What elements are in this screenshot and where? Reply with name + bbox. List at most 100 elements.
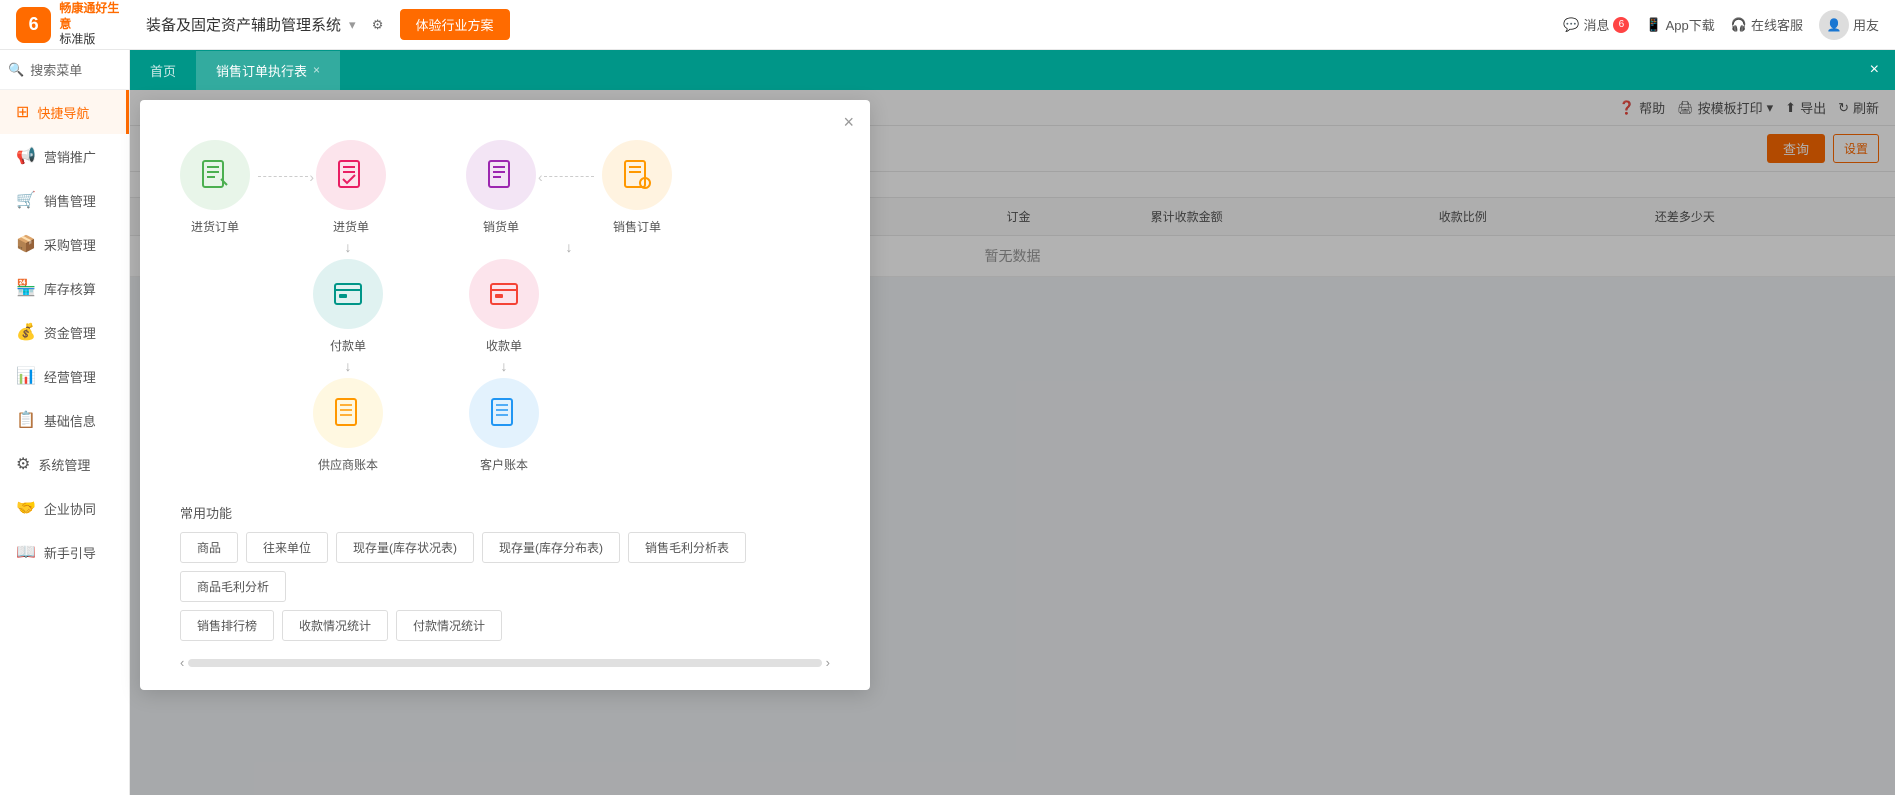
sales-circle	[466, 140, 536, 210]
system-icon: ⚙	[16, 454, 30, 474]
supplier-ledger-label: 供应商账本	[318, 456, 378, 473]
purchase-label: 进货单	[333, 218, 369, 235]
sidebar-item-finance[interactable]: 💰 资金管理	[0, 310, 129, 354]
flow-section: 进货订单 ›	[180, 130, 830, 493]
func-btn-contacts[interactable]: 往来单位	[246, 532, 328, 563]
supplier-ledger-circle	[313, 378, 383, 448]
quick-nav-icon: ⊞	[16, 102, 29, 122]
func-btn-sales-rank[interactable]: 销售排行榜	[180, 610, 274, 641]
logo-sub-text: 标准版	[59, 32, 130, 48]
sidebar: 🔍 搜索菜单 ⊞ 快捷导航 📢 营销推广 🛒 销售管理 📦 采购管理 🏪	[0, 50, 130, 795]
flow-node-purchase-order[interactable]: 进货订单	[180, 140, 250, 235]
sidebar-item-label-inventory: 库存核算	[44, 279, 96, 298]
sidebar-item-label-system: 系统管理	[38, 455, 90, 474]
tabs-bar: 首页 销售订单执行表 × ×	[130, 50, 1895, 90]
operations-icon: 📊	[16, 366, 36, 386]
func-btn-product-profit[interactable]: 商品毛利分析	[180, 571, 286, 602]
page-content: ❓ 帮助 🖨 按模板打印 ▾ ⬆ 导出 ↻ 刷新	[130, 90, 1895, 795]
flow-node-sales-order[interactable]: 销售订单	[602, 140, 672, 235]
flow-node-customer-ledger[interactable]: 客户账本	[469, 378, 539, 473]
sidebar-item-label-newbie: 新手引导	[44, 543, 96, 562]
scroll-hint: ‹ ›	[180, 649, 830, 670]
flow-node-receipt[interactable]: 收款单	[469, 259, 539, 354]
sidebar-item-operations[interactable]: 📊 经营管理	[0, 354, 129, 398]
top-bar: 6 畅康通好生意 标准版 装备及固定资产辅助管理系统 ▾ ⚙ 体验行业方案 💬 …	[0, 0, 1895, 50]
sidebar-item-newbie[interactable]: 📖 新手引导	[0, 530, 129, 574]
scroll-left-icon[interactable]: ‹	[180, 655, 184, 670]
flow-node-supplier-ledger[interactable]: 供应商账本	[313, 378, 383, 473]
sidebar-item-sales[interactable]: 🛒 销售管理	[0, 178, 129, 222]
scroll-right-icon[interactable]: ›	[826, 655, 830, 670]
sidebar-item-inventory[interactable]: 🏪 库存核算	[0, 266, 129, 310]
flow-node-payment[interactable]: 付款单	[313, 259, 383, 354]
logo-icon: 6	[16, 7, 51, 43]
flow-node-sales[interactable]: 销货单	[466, 140, 536, 235]
sidebar-item-purchase[interactable]: 📦 采购管理	[0, 222, 129, 266]
basic-info-icon: 📋	[16, 410, 36, 430]
modal-box: ×	[140, 100, 870, 690]
func-btn-receipt-stat[interactable]: 收款情况统计	[282, 610, 388, 641]
func-btn-payment-stat[interactable]: 付款情况统计	[396, 610, 502, 641]
online-service-label: 在线客服	[1751, 15, 1803, 34]
sidebar-item-label-quick-nav: 快捷导航	[37, 103, 89, 122]
enterprise-icon: 🤝	[16, 498, 36, 518]
search-label: 搜索菜单	[30, 60, 82, 79]
modal-overlay[interactable]: ×	[130, 90, 1895, 795]
finance-icon: 💰	[16, 322, 36, 342]
sidebar-item-system[interactable]: ⚙ 系统管理	[0, 442, 129, 486]
func-btn-product[interactable]: 商品	[180, 532, 238, 563]
phone-icon: 📱	[1645, 17, 1661, 33]
tab-sales-order[interactable]: 销售订单执行表 ×	[196, 51, 340, 90]
receipt-label: 收款单	[486, 337, 522, 354]
tab-close-icon[interactable]: ×	[313, 63, 320, 77]
tab-home[interactable]: 首页	[130, 51, 196, 90]
logo-main-text: 畅康通好生意	[59, 1, 130, 32]
sidebar-item-enterprise[interactable]: 🤝 企业协同	[0, 486, 129, 530]
func-btn-stock-status[interactable]: 现存量(库存状况表)	[336, 532, 474, 563]
system-dropdown-icon[interactable]: ▾	[349, 17, 356, 33]
content-area: 首页 销售订单执行表 × × ❓ 帮助 🖨	[130, 50, 1895, 795]
newbie-icon: 📖	[16, 542, 36, 562]
sidebar-item-label-basic-info: 基础信息	[44, 411, 96, 430]
sidebar-search[interactable]: 🔍 搜索菜单	[0, 50, 129, 90]
customer-ledger-circle	[469, 378, 539, 448]
modal-close-icon[interactable]: ×	[843, 112, 854, 133]
sidebar-item-label-purchase: 采购管理	[44, 235, 96, 254]
tab-close-main-icon[interactable]: ×	[1854, 51, 1895, 89]
payment-label: 付款单	[330, 337, 366, 354]
system-title: 装备及固定资产辅助管理系统 ▾ ⚙ 体验行业方案	[146, 9, 1563, 40]
main-layout: 🔍 搜索菜单 ⊞ 快捷导航 📢 营销推广 🛒 销售管理 📦 采购管理 🏪	[0, 50, 1895, 795]
message-badge: 6	[1613, 17, 1629, 33]
sidebar-item-marketing[interactable]: 📢 营销推广	[0, 134, 129, 178]
receipt-circle	[469, 259, 539, 329]
headset-icon: 🎧	[1731, 17, 1747, 33]
sidebar-item-label-finance: 资金管理	[44, 323, 96, 342]
scroll-bar[interactable]	[188, 659, 821, 667]
app-download-action[interactable]: 📱 App下载	[1645, 15, 1714, 34]
sales-label: 销货单	[483, 218, 519, 235]
common-funcs-title: 常用功能	[180, 503, 830, 522]
settings-icon[interactable]: ⚙	[364, 11, 392, 39]
sidebar-item-label-sales: 销售管理	[44, 191, 96, 210]
user-action[interactable]: 👤 用友	[1819, 10, 1879, 40]
func-buttons-row2: 销售排行榜 收款情况统计 付款情况统计	[180, 610, 830, 641]
func-btn-sales-profit[interactable]: 销售毛利分析表	[628, 532, 746, 563]
purchase-icon: 📦	[16, 234, 36, 254]
app-download-label: App下载	[1666, 15, 1715, 34]
flow-node-purchase[interactable]: 进货单	[316, 140, 386, 235]
sidebar-item-basic-info[interactable]: 📋 基础信息	[0, 398, 129, 442]
sales-icon: 🛒	[16, 190, 36, 210]
sidebar-item-label-operations: 经营管理	[44, 367, 96, 386]
message-action[interactable]: 💬 消息 6	[1563, 15, 1629, 34]
sidebar-item-label-enterprise: 企业协同	[44, 499, 96, 518]
sidebar-item-quick-nav[interactable]: ⊞ 快捷导航	[0, 90, 129, 134]
sales-order-circle	[602, 140, 672, 210]
try-button[interactable]: 体验行业方案	[400, 9, 510, 40]
purchase-circle	[316, 140, 386, 210]
online-service-action[interactable]: 🎧 在线客服	[1731, 15, 1803, 34]
marketing-icon: 📢	[16, 146, 36, 166]
customer-ledger-label: 客户账本	[480, 456, 528, 473]
inventory-icon: 🏪	[16, 278, 36, 298]
func-btn-stock-dist[interactable]: 现存量(库存分布表)	[482, 532, 620, 563]
payment-circle	[313, 259, 383, 329]
